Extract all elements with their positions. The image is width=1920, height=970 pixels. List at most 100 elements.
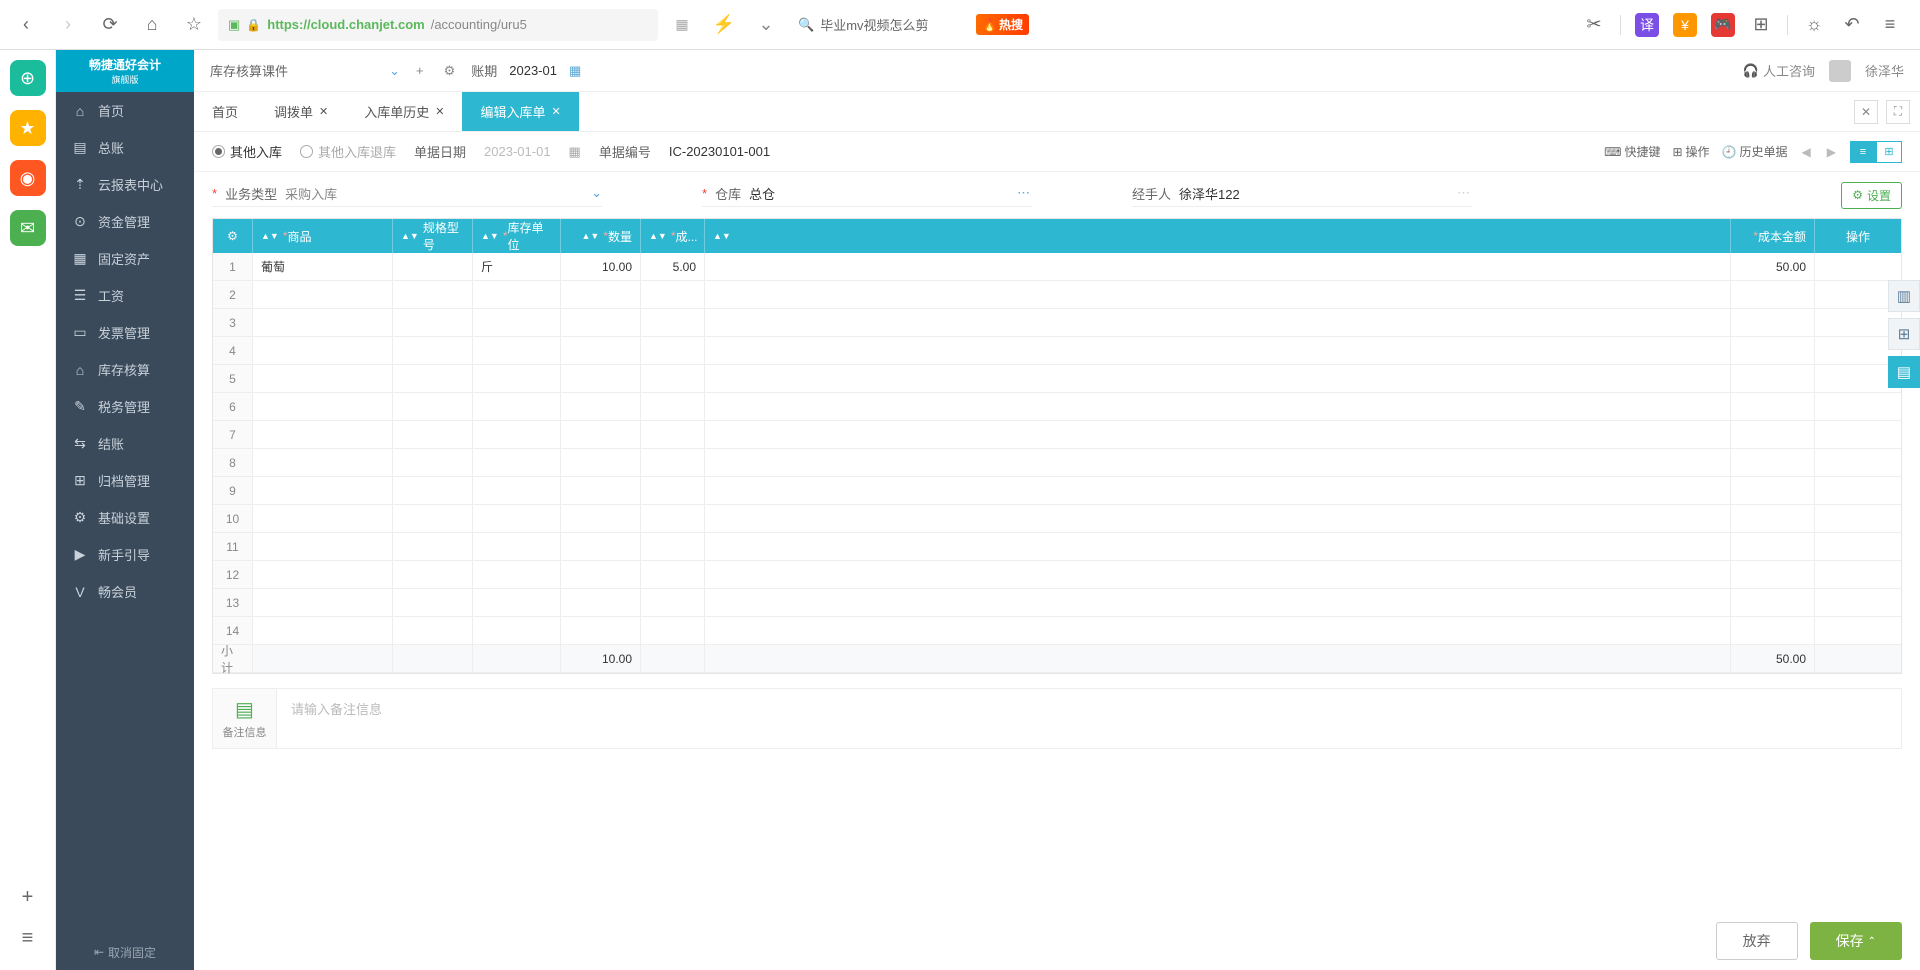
rail-mail-icon[interactable]: ✉: [10, 210, 46, 246]
sidebar-item[interactable]: ⇆结账: [56, 425, 194, 462]
tab[interactable]: 编辑入库单✕: [462, 92, 578, 131]
more-icon[interactable]: ⋯: [1457, 185, 1472, 201]
float-doc-icon[interactable]: ▥: [1888, 280, 1920, 312]
gear-icon[interactable]: ⚙: [440, 63, 460, 79]
favorite-button[interactable]: ☆: [176, 7, 212, 43]
prev-doc[interactable]: ◀: [1800, 145, 1813, 159]
translate-icon[interactable]: 译: [1635, 13, 1659, 37]
float-grid-icon[interactable]: ⊞: [1888, 318, 1920, 350]
next-doc[interactable]: ▶: [1825, 145, 1838, 159]
sidebar-item[interactable]: ⇡云报表中心: [56, 166, 194, 203]
bolt-icon[interactable]: ⚡: [706, 7, 742, 43]
remarks-input[interactable]: 请输入备注信息: [277, 689, 1901, 748]
sidebar-item[interactable]: ⌂首页: [56, 92, 194, 129]
game-icon[interactable]: 🎮: [1711, 13, 1735, 37]
sidebar-item[interactable]: ▤总账: [56, 129, 194, 166]
table-row-empty[interactable]: 9: [213, 477, 1901, 505]
scissors-icon[interactable]: ✂: [1582, 13, 1606, 37]
add-icon[interactable]: +: [412, 63, 428, 78]
rail-app-icon[interactable]: ⊕: [10, 60, 46, 96]
sidebar-item[interactable]: ☰工资: [56, 277, 194, 314]
tab[interactable]: 入库单历史✕: [346, 92, 462, 131]
tab-close-icon[interactable]: ✕: [319, 105, 328, 118]
back-button[interactable]: ‹: [8, 7, 44, 43]
table-row-empty[interactable]: 11: [213, 533, 1901, 561]
view-list[interactable]: ≡: [1850, 141, 1876, 163]
sidebar-item[interactable]: ▦固定资产: [56, 240, 194, 277]
user-name[interactable]: 徐泽华: [1865, 61, 1904, 80]
table-row-empty[interactable]: 8: [213, 449, 1901, 477]
sidebar-pin-toggle[interactable]: ⇤ 取消固定: [56, 934, 194, 970]
table-row-empty[interactable]: 5: [213, 365, 1901, 393]
radio-other-in[interactable]: 其他入库: [212, 142, 282, 161]
history-link[interactable]: 🕘 历史单据: [1722, 143, 1788, 160]
th-price[interactable]: ▲▼*成...: [641, 219, 705, 253]
browser-search[interactable]: 🔍 毕业mv视频怎么剪: [790, 9, 970, 41]
sidebar-item[interactable]: ▶新手引导: [56, 536, 194, 573]
cancel-button[interactable]: 放弃: [1716, 922, 1798, 960]
qr-icon[interactable]: ▦: [664, 7, 700, 43]
th-spec[interactable]: ▲▼规格型号: [393, 219, 473, 253]
more-icon[interactable]: ⋯: [1017, 185, 1032, 201]
calendar-icon[interactable]: ▦: [569, 63, 581, 79]
shortcut-link[interactable]: ⌨ 快捷键: [1604, 143, 1660, 160]
undo-icon[interactable]: ↶: [1840, 13, 1864, 37]
table-row-empty[interactable]: 10: [213, 505, 1901, 533]
calendar-icon[interactable]: ▦: [569, 144, 581, 160]
float-note-icon[interactable]: ▤: [1888, 356, 1920, 388]
support-link[interactable]: 🎧 人工咨询: [1743, 61, 1815, 80]
forward-button[interactable]: ›: [50, 7, 86, 43]
user-avatar[interactable]: [1829, 60, 1851, 82]
tab-close-icon[interactable]: ✕: [552, 105, 561, 118]
tab[interactable]: 调拨单✕: [256, 92, 346, 131]
tab-close-icon[interactable]: ✕: [435, 105, 444, 118]
menu-icon[interactable]: ≡: [1878, 13, 1902, 37]
th-amount[interactable]: *成本金额: [1731, 219, 1815, 253]
table-row-empty[interactable]: 12: [213, 561, 1901, 589]
save-button[interactable]: 保存 ⌃: [1810, 922, 1902, 960]
rail-add-icon[interactable]: +: [22, 886, 34, 909]
th-qty[interactable]: ▲▼*数量: [561, 219, 641, 253]
tab[interactable]: 首页: [194, 92, 256, 131]
rail-weibo-icon[interactable]: ◉: [10, 160, 46, 196]
doc-date-value[interactable]: 2023-01-01: [484, 144, 551, 159]
field-handler[interactable]: 经手人 徐泽华122 ⋯: [1132, 184, 1472, 207]
reload-button[interactable]: ⟳: [92, 7, 128, 43]
table-row-empty[interactable]: 14: [213, 617, 1901, 645]
th-blank[interactable]: ▲▼: [705, 219, 1731, 253]
dropdown-icon[interactable]: ⌄: [748, 7, 784, 43]
radio-other-in-return[interactable]: 其他入库退库: [300, 142, 396, 161]
sidebar-item[interactable]: ▭发票管理: [56, 314, 194, 351]
th-unit[interactable]: ▲▼*库存单位: [473, 219, 561, 253]
sidebar-item[interactable]: ⊙资金管理: [56, 203, 194, 240]
table-row-empty[interactable]: 4: [213, 337, 1901, 365]
rail-list-icon[interactable]: ≡: [22, 927, 34, 950]
home-button[interactable]: ⌂: [134, 7, 170, 43]
tab-close-all[interactable]: ✕: [1854, 100, 1878, 124]
apps-icon[interactable]: ⊞: [1749, 13, 1773, 37]
sidebar-item[interactable]: ✎税务管理: [56, 388, 194, 425]
hot-search-tag[interactable]: 热搜: [976, 14, 1029, 35]
field-warehouse[interactable]: * 仓库 总仓 ⋯: [702, 184, 1032, 207]
operate-link[interactable]: ⊞ 操作: [1672, 143, 1709, 160]
view-grid[interactable]: ⊞: [1876, 141, 1902, 163]
table-row-empty[interactable]: 6: [213, 393, 1901, 421]
table-row[interactable]: 1 葡萄 斤 10.00 5.00 50.00: [213, 253, 1901, 281]
th-gear[interactable]: ⚙: [213, 219, 253, 253]
tab-fullscreen[interactable]: ⛶: [1886, 100, 1910, 124]
th-product[interactable]: ▲▼*商品: [253, 219, 393, 253]
settings-button[interactable]: ⚙ 设置: [1841, 182, 1902, 209]
brightness-icon[interactable]: ☼: [1802, 13, 1826, 37]
table-row-empty[interactable]: 3: [213, 309, 1901, 337]
field-biztype[interactable]: * 业务类型 采购入库 ⌄: [212, 184, 602, 207]
course-dropdown[interactable]: 库存核算课件 ⌄: [210, 61, 400, 80]
wallet-icon[interactable]: ¥: [1673, 13, 1697, 37]
sidebar-item[interactable]: ⚙基础设置: [56, 499, 194, 536]
sidebar-item[interactable]: ⌂库存核算: [56, 351, 194, 388]
url-bar[interactable]: ▣ 🔒 https://cloud.chanjet.com/accounting…: [218, 9, 658, 41]
table-row-empty[interactable]: 7: [213, 421, 1901, 449]
table-row-empty[interactable]: 2: [213, 281, 1901, 309]
sidebar-item[interactable]: ⊞归档管理: [56, 462, 194, 499]
sidebar-item[interactable]: V畅会员: [56, 573, 194, 610]
rail-star-icon[interactable]: ★: [10, 110, 46, 146]
